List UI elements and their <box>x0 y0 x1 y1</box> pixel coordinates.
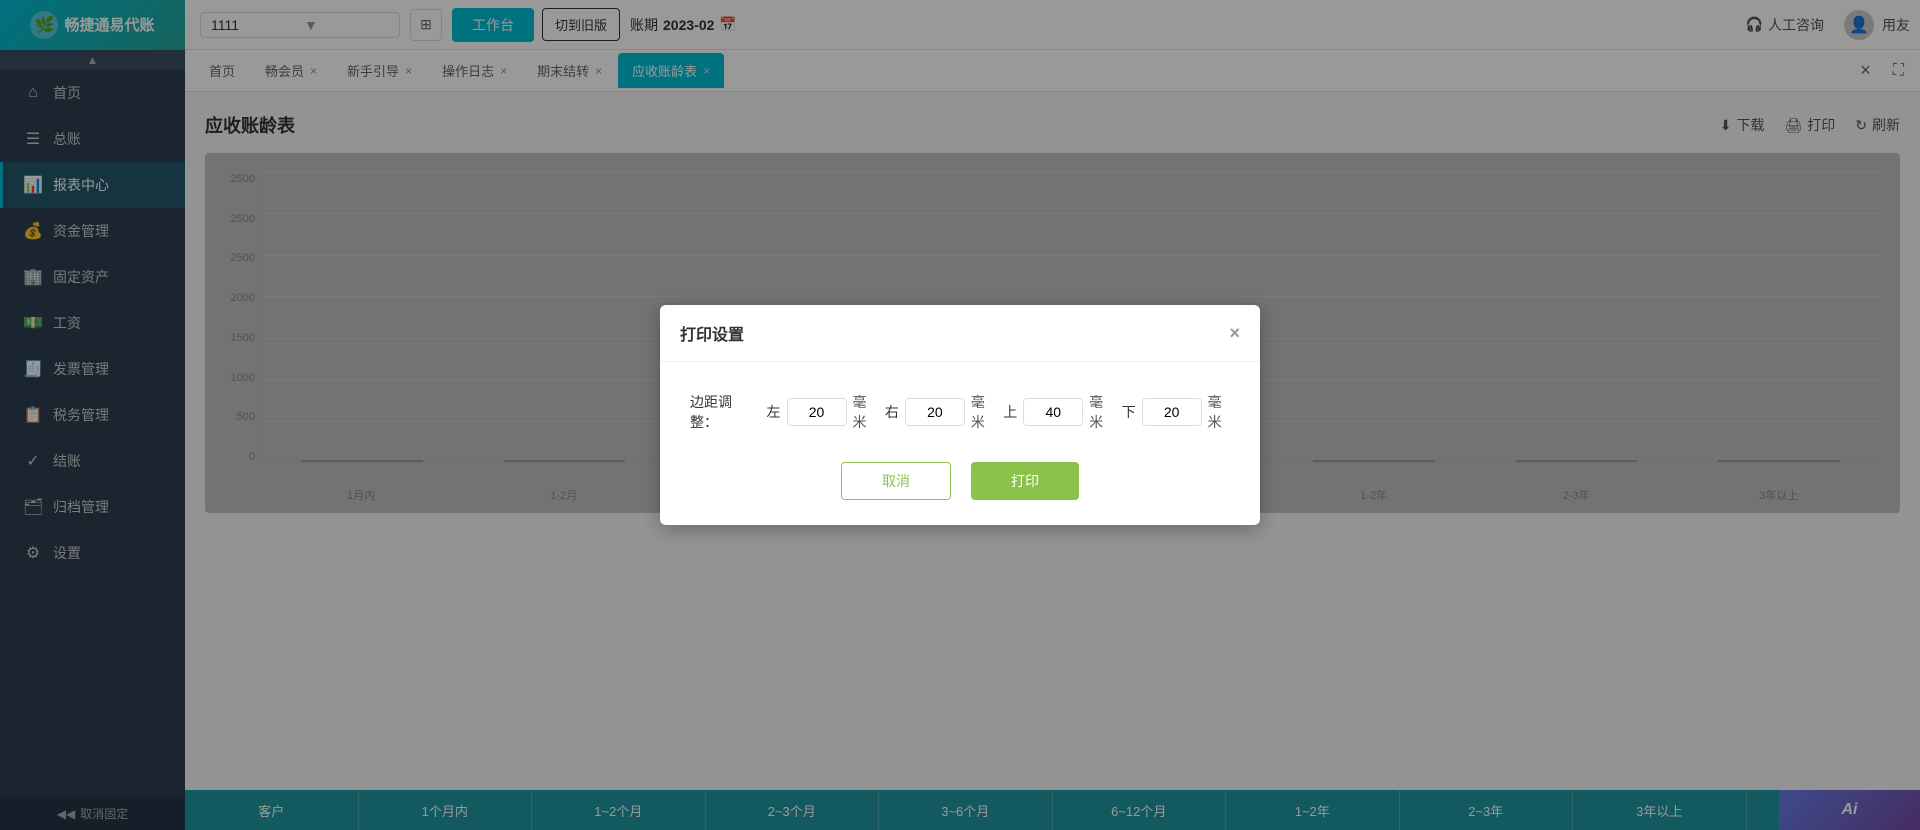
modal-overlay: 打印设置 × 边距调整： 左 毫米 右 毫米 上 毫米 <box>0 0 1920 830</box>
right-margin-group: 右 毫米 <box>885 392 993 432</box>
modal-body: 边距调整： 左 毫米 右 毫米 上 毫米 下 <box>660 362 1260 452</box>
top-margin-input[interactable] <box>1023 398 1083 426</box>
right-margin-input[interactable] <box>905 398 965 426</box>
top-label: 上 <box>1003 402 1017 422</box>
bottom-margin-input[interactable] <box>1142 398 1202 426</box>
print-settings-modal: 打印设置 × 边距调整： 左 毫米 右 毫米 上 毫米 <box>660 305 1260 525</box>
bottom-label: 下 <box>1122 402 1136 422</box>
modal-footer: 取消 打印 <box>660 452 1260 525</box>
right-label: 右 <box>885 402 899 422</box>
right-unit: 毫米 <box>971 392 993 432</box>
cancel-button[interactable]: 取消 <box>841 462 951 500</box>
modal-header: 打印设置 × <box>660 305 1260 362</box>
left-margin-group: 左 毫米 <box>767 392 875 432</box>
print-confirm-button[interactable]: 打印 <box>971 462 1079 500</box>
margin-row: 边距调整： 左 毫米 右 毫米 上 毫米 下 <box>690 392 1230 432</box>
bottom-unit: 毫米 <box>1208 392 1230 432</box>
modal-title: 打印设置 <box>680 321 744 345</box>
margin-label: 边距调整： <box>690 392 757 432</box>
left-unit: 毫米 <box>853 392 875 432</box>
modal-close-button[interactable]: × <box>1229 323 1240 344</box>
top-margin-group: 上 毫米 <box>1003 392 1111 432</box>
left-label: 左 <box>767 402 781 422</box>
top-unit: 毫米 <box>1089 392 1111 432</box>
bottom-margin-group: 下 毫米 <box>1122 392 1230 432</box>
left-margin-input[interactable] <box>787 398 847 426</box>
